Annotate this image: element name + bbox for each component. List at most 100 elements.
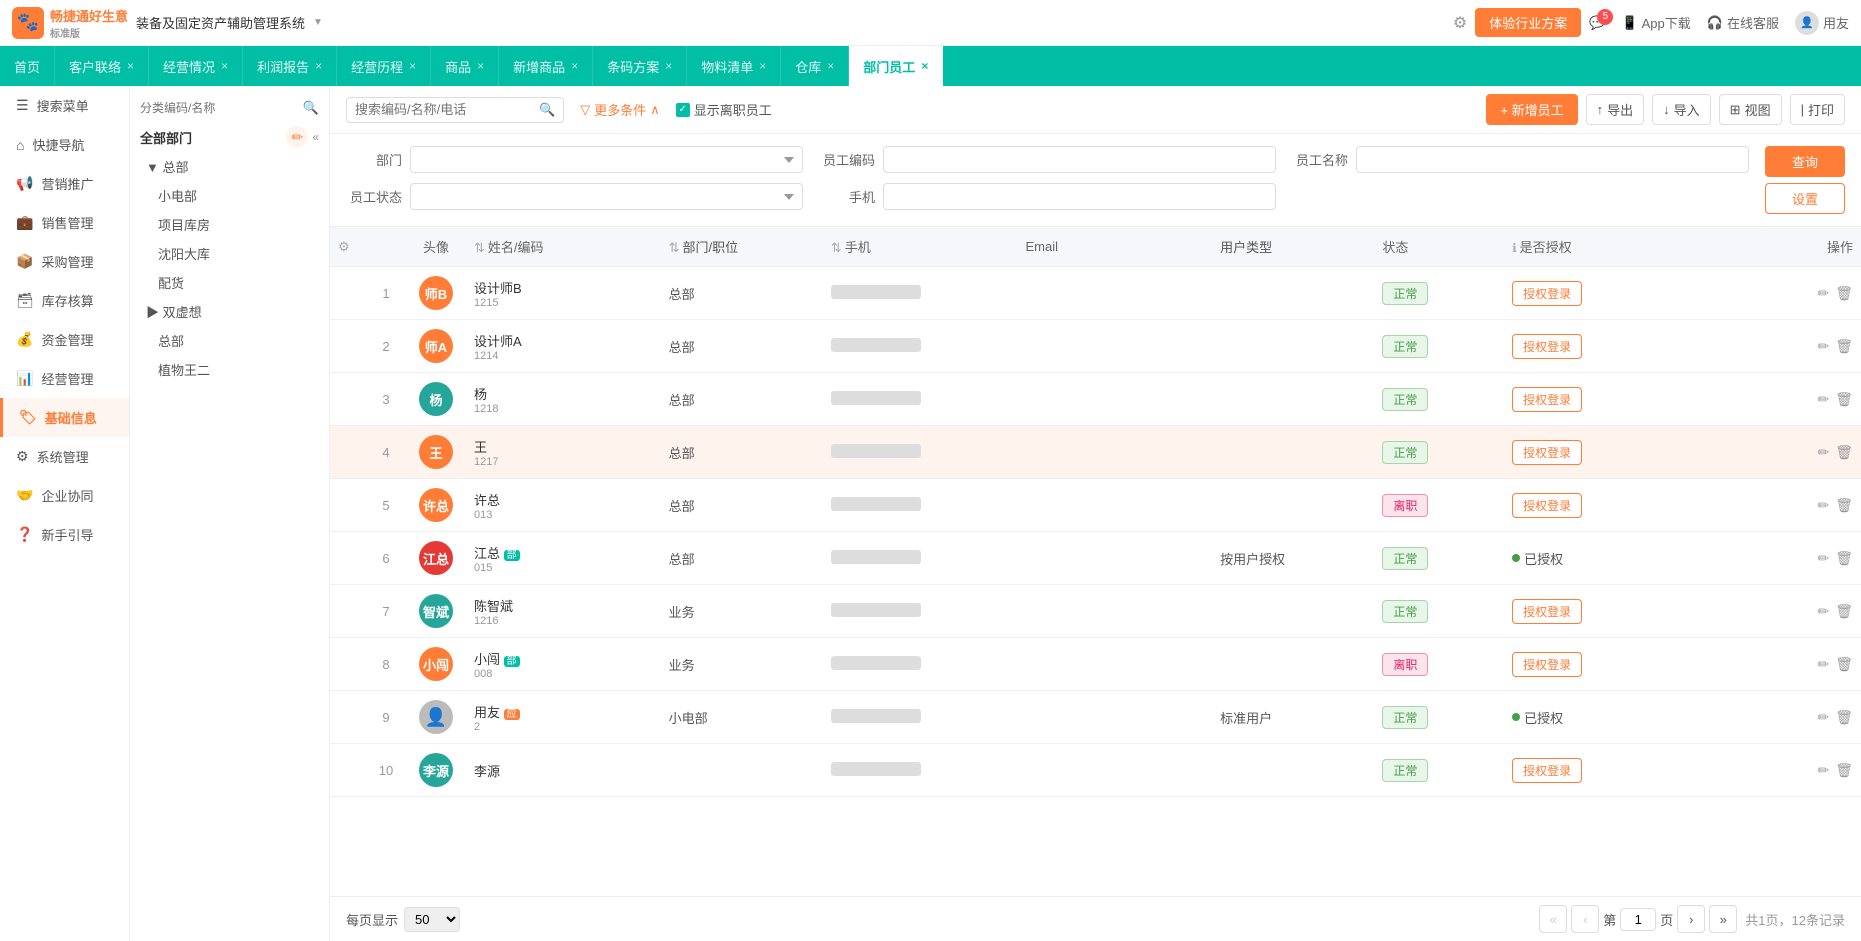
tab-close-icon[interactable]: × (315, 59, 322, 73)
nav-tab-经营情况[interactable]: 经营情况 × (149, 46, 243, 86)
delete-icon[interactable]: 🗑 (1835, 550, 1853, 566)
auth-login-button[interactable]: 授权登录 (1512, 758, 1582, 783)
nav-tab-部门员工[interactable]: 部门员工 × (849, 46, 943, 86)
sidebar-item-system[interactable]: ⚙系统管理 (0, 437, 129, 476)
last-page-btn[interactable]: » (1709, 905, 1737, 933)
nav-tab-商品[interactable]: 商品 × (431, 46, 499, 86)
edit-icon[interactable]: ✏ (1817, 497, 1829, 513)
edit-icon[interactable]: ✏ (1817, 444, 1829, 460)
next-page-btn[interactable]: › (1677, 905, 1705, 933)
tab-close-icon[interactable]: × (221, 59, 228, 73)
edit-icon[interactable]: ✏ (1817, 762, 1829, 778)
sidebar-item-marketing[interactable]: 📢营销推广 (0, 164, 129, 203)
nav-tab-首页[interactable]: 首页 (0, 46, 55, 86)
tab-close-icon[interactable]: × (827, 59, 834, 73)
auth-login-button[interactable]: 授权登录 (1512, 652, 1582, 677)
nav-tab-经营历程[interactable]: 经营历程 × (337, 46, 431, 86)
auth-login-button[interactable]: 授权登录 (1512, 599, 1582, 624)
nav-tab-客户联络[interactable]: 客户联络 × (55, 46, 149, 86)
tab-close-icon[interactable]: × (665, 59, 672, 73)
edit-icon[interactable]: ✏ (1817, 391, 1829, 407)
tab-close-icon[interactable]: × (477, 59, 484, 73)
tab-close-icon[interactable]: × (127, 59, 134, 73)
auth-login-button[interactable]: 授权登录 (1512, 440, 1582, 465)
col-phone-header[interactable]: ⇅手机 (823, 227, 1018, 267)
sidebar-item-collab[interactable]: 🤝企业协同 (0, 476, 129, 515)
import-button[interactable]: ↓ 导入 (1652, 94, 1711, 125)
col-name-header[interactable]: ⇅姓名/编码 (466, 227, 661, 267)
delete-icon[interactable]: 🗑 (1835, 762, 1853, 778)
tab-close-icon[interactable]: × (409, 59, 416, 73)
auth-login-button[interactable]: 授权登录 (1512, 334, 1582, 359)
edit-icon[interactable]: ✏ (1817, 285, 1829, 301)
tree-collapse-icon[interactable]: « (312, 130, 319, 144)
sidebar-item-sales[interactable]: 💼销售管理 (0, 203, 129, 242)
sidebar-item-guide[interactable]: ❓新手引导 (0, 515, 129, 554)
export-button[interactable]: ↑ 导出 (1586, 94, 1645, 125)
nav-tab-物料清单[interactable]: 物料清单 × (687, 46, 781, 86)
nav-tab-利润报告[interactable]: 利润报告 × (243, 46, 337, 86)
tab-close-icon[interactable]: × (759, 59, 766, 73)
sidebar-item-inventory[interactable]: 🗃库存核算 (0, 281, 129, 320)
delete-icon[interactable]: 🗑 (1835, 391, 1853, 407)
tree-node-project[interactable]: 项目库房 (130, 210, 329, 239)
tab-close-icon[interactable]: × (571, 59, 578, 73)
tree-node-general[interactable]: 总部 (130, 326, 329, 355)
delete-icon[interactable]: 🗑 (1835, 338, 1853, 354)
delete-icon[interactable]: 🗑 (1835, 497, 1853, 513)
sidebar-item-search-menu[interactable]: ☰搜索菜单 (0, 86, 129, 125)
prev-page-btn[interactable]: ‹ (1571, 905, 1599, 933)
delete-icon[interactable]: 🗑 (1835, 603, 1853, 619)
sidebar-item-ops[interactable]: 📊经营管理 (0, 359, 129, 398)
view-button[interactable]: ⊞ 视图 (1719, 94, 1782, 125)
first-page-btn[interactable]: « (1539, 905, 1567, 933)
trial-button[interactable]: 体验行业方案 (1475, 8, 1581, 37)
sidebar-item-finance[interactable]: 💰资金管理 (0, 320, 129, 359)
tree-edit-icon[interactable]: ✏ (286, 126, 308, 148)
phone-input[interactable] (883, 183, 1276, 210)
tree-node-dist[interactable]: 配货 (130, 268, 329, 297)
edit-icon[interactable]: ✏ (1817, 550, 1829, 566)
message-icon[interactable]: 💬 5 (1589, 15, 1605, 31)
emp-status-select[interactable] (410, 183, 803, 210)
sidebar-item-purchase[interactable]: 📦采购管理 (0, 242, 129, 281)
tab-close-icon[interactable]: × (921, 59, 928, 73)
delete-icon[interactable]: 🗑 (1835, 656, 1853, 672)
tree-search-input[interactable] (140, 101, 299, 115)
auth-login-button[interactable]: 授权登录 (1512, 387, 1582, 412)
edit-icon[interactable]: ✏ (1817, 338, 1829, 354)
edit-icon[interactable]: ✏ (1817, 709, 1829, 725)
more-filter-btn[interactable]: ▽ 更多条件 ∧ (572, 96, 668, 123)
delete-icon[interactable]: 🗑 (1835, 285, 1853, 301)
edit-icon[interactable]: ✏ (1817, 656, 1829, 672)
tree-node-small-e[interactable]: 小电部 (130, 181, 329, 210)
auth-login-button[interactable]: 授权登录 (1512, 281, 1582, 306)
settings-button[interactable]: 设置 (1765, 183, 1845, 214)
gear-icon[interactable]: ⚙ (1453, 13, 1467, 33)
sidebar-item-quick-nav[interactable]: ⌂快捷导航 (0, 125, 129, 164)
nav-tab-新增商品[interactable]: 新增商品 × (499, 46, 593, 86)
online-service-link[interactable]: 🎧 在线客服 (1707, 13, 1779, 32)
delete-icon[interactable]: 🗑 (1835, 709, 1853, 725)
app-download-link[interactable]: 📱 App下载 (1621, 13, 1690, 32)
col-dept-header[interactable]: ⇅部门/职位 (661, 227, 823, 267)
nav-tab-仓库[interactable]: 仓库 × (781, 46, 849, 86)
tree-node-double-think[interactable]: ▶ 双虚想 (130, 297, 329, 326)
tree-node-hq[interactable]: ▼ 总部 (130, 152, 329, 181)
dept-select[interactable] (410, 146, 803, 173)
emp-name-input[interactable] (1356, 146, 1749, 173)
per-page-select[interactable]: 50 20 100 (404, 907, 460, 932)
show-resigned-toggle[interactable]: ✓ 显示离职员工 (676, 100, 772, 119)
search-input[interactable] (355, 102, 535, 117)
auth-login-button[interactable]: 授权登录 (1512, 493, 1582, 518)
delete-icon[interactable]: 🗑 (1835, 444, 1853, 460)
nav-tab-条码方案[interactable]: 条码方案 × (593, 46, 687, 86)
page-number-input[interactable] (1620, 908, 1656, 931)
emp-code-input[interactable] (883, 146, 1276, 173)
edit-icon[interactable]: ✏ (1817, 603, 1829, 619)
user-menu[interactable]: 👤 用友 (1795, 11, 1849, 35)
search-button[interactable]: 查询 (1765, 146, 1845, 177)
add-employee-button[interactable]: + 新增员工 (1486, 94, 1577, 125)
tree-node-plant-king[interactable]: 植物王二 (130, 355, 329, 384)
dropdown-arrow-icon[interactable]: ▼ (313, 17, 323, 28)
